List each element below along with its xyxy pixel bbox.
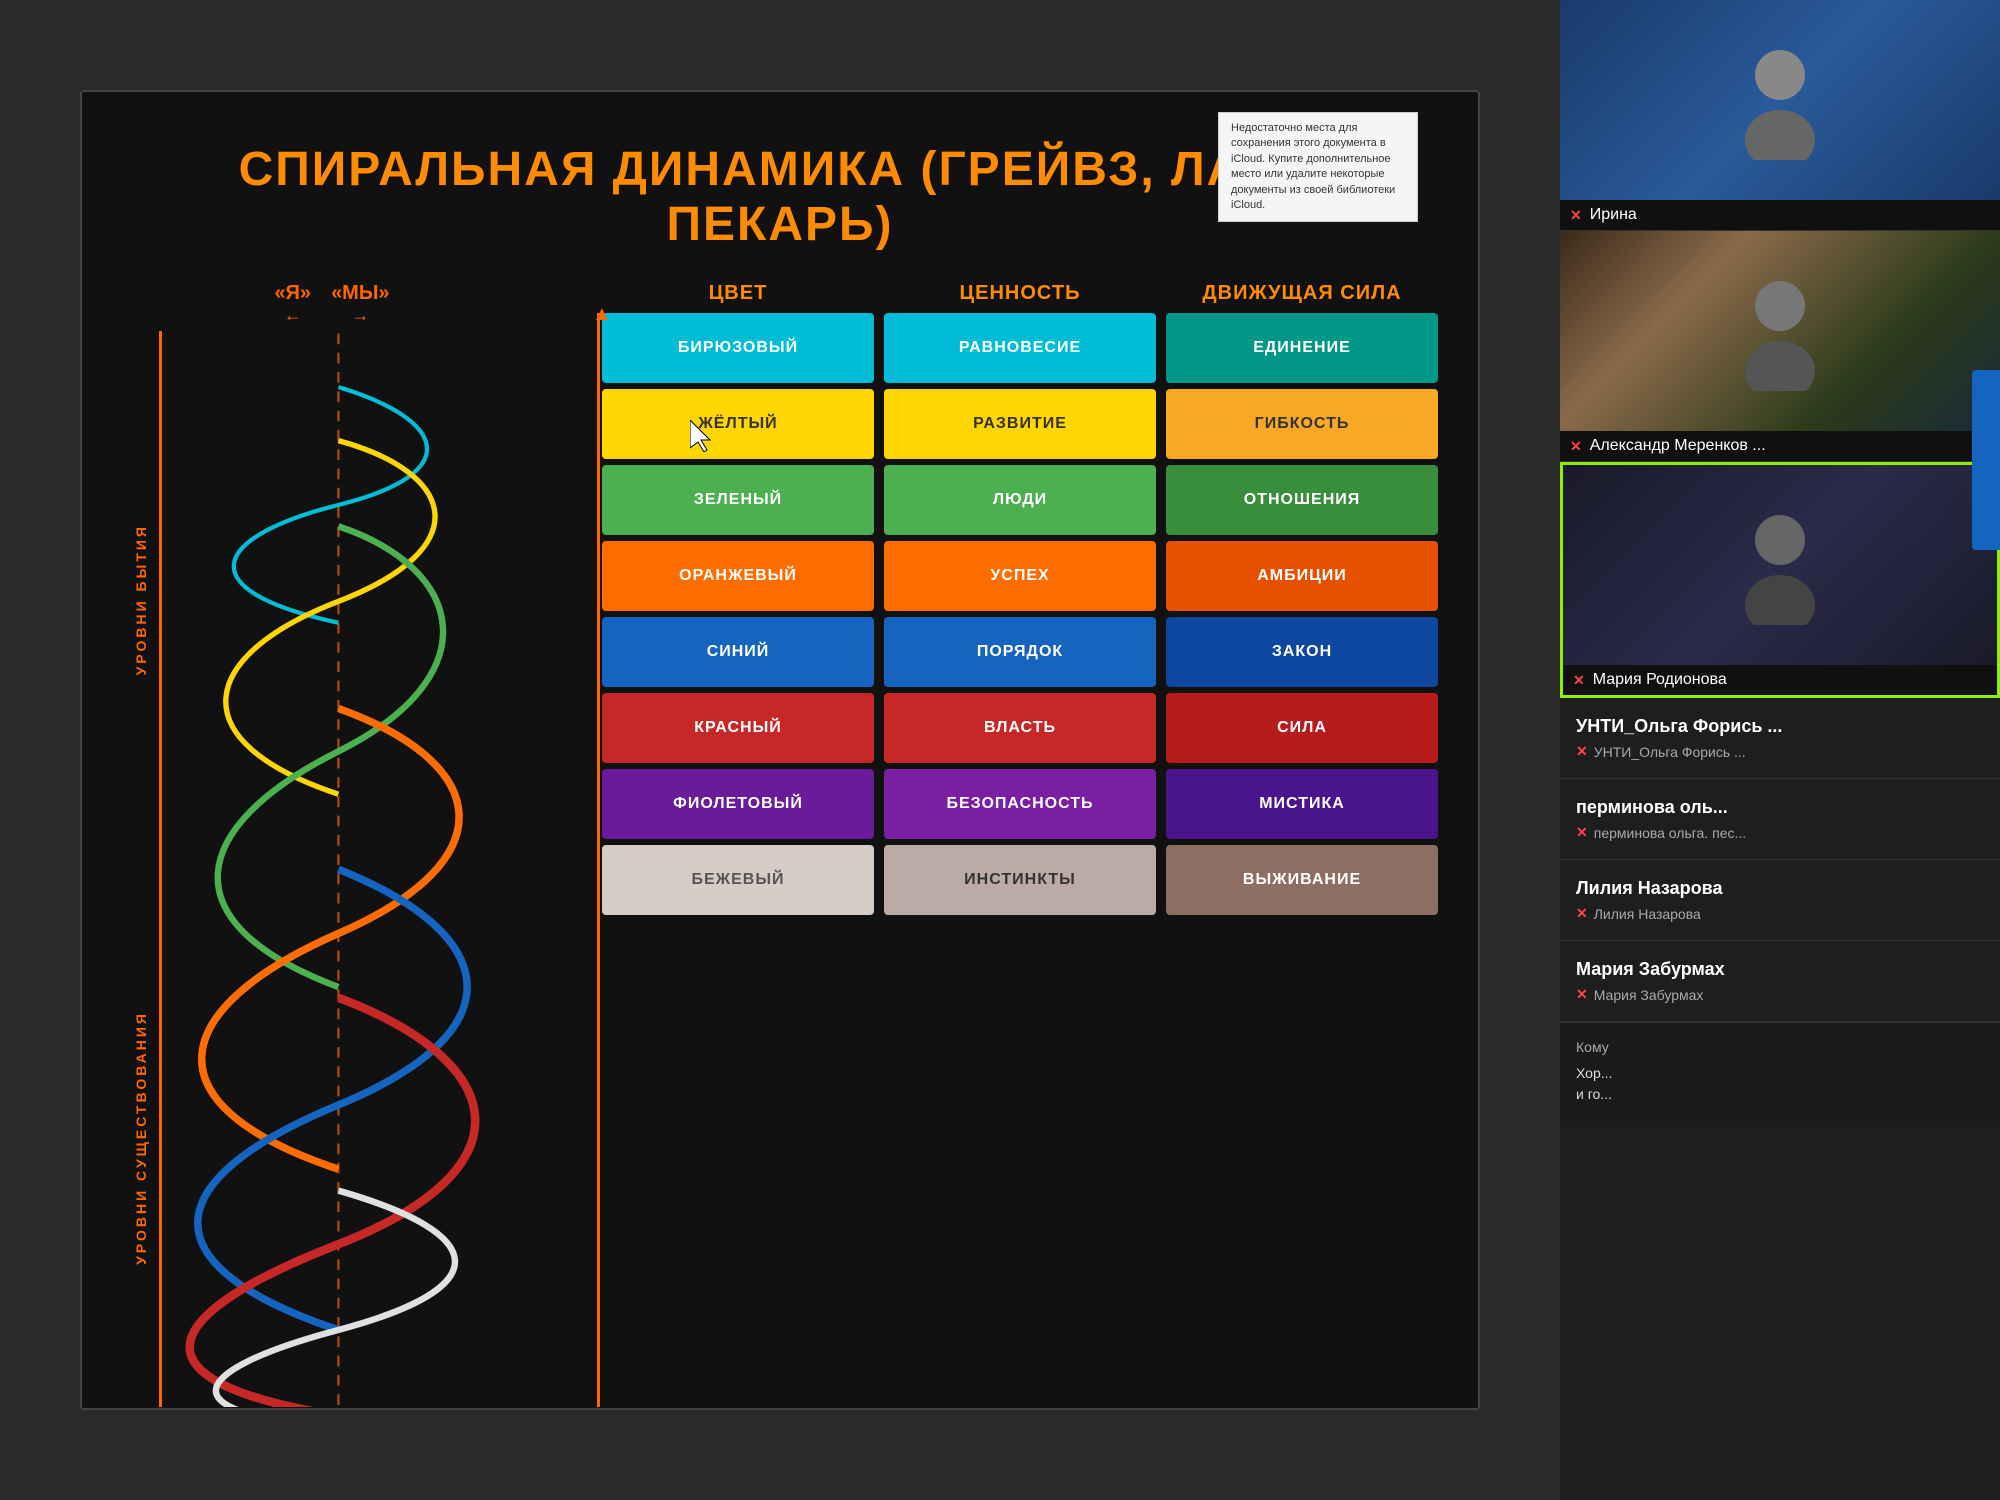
slide-content: «Я» ← «МЫ» → УРОВНИ БЫТИЯ: [122, 282, 1438, 1407]
cell-value-green: ЛЮДИ: [884, 465, 1156, 535]
x-icon-list-2: ✕: [1576, 824, 1588, 841]
level-suschestvovaniya-bracket: УРОВНИ СУЩЕСТВОВАНИЯ: [122, 869, 162, 1407]
list-item-name-liliya: Лилия Назарова: [1576, 878, 1984, 899]
chat-message: Хор...и го...: [1576, 1063, 1984, 1105]
x-icon-1: ✕: [1570, 207, 1582, 224]
participant-video-1: [1560, 0, 2000, 200]
person-avatar-1: [1740, 40, 1820, 160]
cell-force-beige: ВЫЖИВАНИЕ: [1166, 845, 1438, 915]
cell-color-orange: ОРАНЖЕВЫЙ: [602, 541, 874, 611]
table-row: ЖЁЛТЫЙ РАЗВИТИЕ ГИБКОСТЬ: [542, 389, 1438, 459]
cell-value-red: ВЛАСТЬ: [884, 693, 1156, 763]
list-item-perminova[interactable]: перминова оль... ✕ перминова ольга. пес.…: [1560, 779, 2000, 860]
person-avatar-3: [1740, 505, 1820, 625]
my-label: «МЫ» →: [331, 282, 390, 326]
list-item-name-unti: УНТИ_Ольга Форись ...: [1576, 716, 1984, 737]
cell-value-yellow: РАЗВИТИЕ: [884, 389, 1156, 459]
table-row: ОРАНЖЕВЫЙ УСПЕХ АМБИЦИИ: [542, 541, 1438, 611]
cell-color-yellow: ЖЁЛТЫЙ: [602, 389, 874, 459]
participant-card-1[interactable]: ✕ Ирина: [1560, 0, 2000, 231]
table-section: ЦВЕТ ЦЕННОСТЬ ДВИЖУЩАЯ СИЛА ▲: [542, 282, 1438, 1407]
participant-card-2[interactable]: ✕ Александр Меренков ...: [1560, 231, 2000, 462]
participant-name-1: Ирина: [1590, 206, 1637, 224]
table-row: ЗЕЛЕНЫЙ ЛЮДИ ОТНОШЕНИЯ: [542, 465, 1438, 535]
list-item-unti[interactable]: УНТИ_Ольга Форись ... ✕ УНТИ_Ольга Форис…: [1560, 698, 2000, 779]
chat-area: Кому Хор...и го...: [1560, 1022, 2000, 1121]
cell-force-purple: МИСТИКА: [1166, 769, 1438, 839]
participant-name-bar-2: ✕ Александр Меренков ...: [1560, 431, 2000, 461]
cell-force-red: СИЛА: [1166, 693, 1438, 763]
participant-name-2: Александр Меренков ...: [1590, 437, 1766, 455]
cell-value-blue: ПОРЯДОК: [884, 617, 1156, 687]
cell-color-teal: БИРЮЗОВЫЙ: [602, 313, 874, 383]
cell-value-orange: УСПЕХ: [884, 541, 1156, 611]
spiral-area: УРОВНИ БЫТИЯ УРОВНИ СУЩЕСТВОВАНИЯ: [122, 331, 542, 1407]
table-rows-container: ▲ БИРЮЗОВЫЙ РАВНОВЕСИЕ ЕДИНЕНИЕ: [542, 313, 1438, 1407]
cursor: [690, 420, 714, 457]
spiral-svg: [167, 331, 542, 1407]
table-headers: ЦВЕТ ЦЕННОСТЬ ДВИЖУЩАЯ СИЛА: [542, 282, 1438, 305]
list-item-subname-unti: УНТИ_Ольга Форись ...: [1594, 744, 1746, 760]
ya-label: «Я» ←: [274, 282, 311, 326]
table-row: БИРЮЗОВЫЙ РАВНОВЕСИЕ ЕДИНЕНИЕ: [542, 313, 1438, 383]
x-icon-list-3: ✕: [1576, 905, 1588, 922]
participant-video-3: [1563, 465, 1997, 665]
list-item-liliya[interactable]: Лилия Назарова ✕ Лилия Назарова: [1560, 860, 2000, 941]
cell-value-beige: ИНСТИНКТЫ: [884, 845, 1156, 915]
x-icon-2: ✕: [1570, 438, 1582, 455]
x-icon-3: ✕: [1573, 672, 1585, 689]
list-item-subname-perminova: перминова ольга. пес...: [1594, 825, 1746, 841]
table-row: БЕЖЕВЫЙ ИНСТИНКТЫ ВЫЖИВАНИЕ: [542, 845, 1438, 915]
list-item-subname-maria: Мария Забурмах: [1594, 987, 1704, 1003]
cell-force-teal: ЕДИНЕНИЕ: [1166, 313, 1438, 383]
list-item-name-perminova: перминова оль...: [1576, 797, 1984, 818]
spiral-section: «Я» ← «МЫ» → УРОВНИ БЫТИЯ: [122, 282, 542, 1407]
cell-value-purple: БЕЗОПАСНОСТЬ: [884, 769, 1156, 839]
col-header-value: ЦЕННОСТЬ: [884, 282, 1156, 305]
icloud-notice: Недостаточно места для сохранения этого …: [1218, 112, 1418, 222]
cell-color-green: ЗЕЛЕНЫЙ: [602, 465, 874, 535]
table-row: ФИОЛЕТОВЫЙ БЕЗОПАСНОСТЬ МИСТИКА: [542, 769, 1438, 839]
cell-color-blue: СИНИЙ: [602, 617, 874, 687]
ya-my-arrows: «Я» ← «МЫ» →: [122, 282, 542, 326]
cell-color-red: КРАСНЫЙ: [602, 693, 874, 763]
cell-color-beige: БЕЖЕВЫЙ: [602, 845, 874, 915]
col-header-color: ЦВЕТ: [602, 282, 874, 305]
cell-force-green: ОТНОШЕНИЯ: [1166, 465, 1438, 535]
level-labels: УРОВНИ БЫТИЯ УРОВНИ СУЩЕСТВОВАНИЯ: [122, 331, 162, 1407]
list-item-subname-liliya: Лилия Назарова: [1594, 906, 1701, 922]
participant-card-3[interactable]: ✕ Мария Родионова: [1560, 462, 2000, 698]
participant-name-bar-1: ✕ Ирина: [1560, 200, 2000, 230]
x-icon-list-1: ✕: [1576, 743, 1588, 760]
participant-video-2: [1560, 231, 2000, 431]
person-avatar-2: [1740, 271, 1820, 391]
chat-label: Кому: [1576, 1039, 1984, 1055]
participant-name-bar-3: ✕ Мария Родионова: [1563, 665, 1997, 695]
spiral-svg-wrapper: [167, 331, 542, 1407]
cell-force-yellow: ГИБКОСТЬ: [1166, 389, 1438, 459]
table-row: СИНИЙ ПОРЯДОК ЗАКОН: [542, 617, 1438, 687]
cell-color-purple: ФИОЛЕТОВЫЙ: [602, 769, 874, 839]
list-item-name-maria: Мария Забурмах: [1576, 959, 1984, 980]
participants-list: УНТИ_Ольга Форись ... ✕ УНТИ_Ольга Форис…: [1560, 698, 2000, 1500]
list-item-maria[interactable]: Мария Забурмах ✕ Мария Забурмах: [1560, 941, 2000, 1022]
cell-value-teal: РАВНОВЕСИЕ: [884, 313, 1156, 383]
main-presentation-area: Недостаточно места для сохранения этого …: [0, 0, 1560, 1500]
level-bytiya-bracket: УРОВНИ БЫТИЯ: [122, 331, 162, 869]
slide-container: Недостаточно места для сохранения этого …: [80, 90, 1480, 1410]
participant-name-3: Мария Родионова: [1593, 671, 1727, 689]
cell-force-blue: ЗАКОН: [1166, 617, 1438, 687]
col-header-force: ДВИЖУЩАЯ СИЛА: [1166, 282, 1438, 305]
x-icon-list-4: ✕: [1576, 986, 1588, 1003]
blue-indicator-bar: [1972, 370, 2000, 550]
sidebar: ✕ Ирина ✕ Александр Меренков ... ✕ Мария…: [1560, 0, 2000, 1500]
table-row: КРАСНЫЙ ВЛАСТЬ СИЛА: [542, 693, 1438, 763]
cell-force-orange: АМБИЦИИ: [1166, 541, 1438, 611]
